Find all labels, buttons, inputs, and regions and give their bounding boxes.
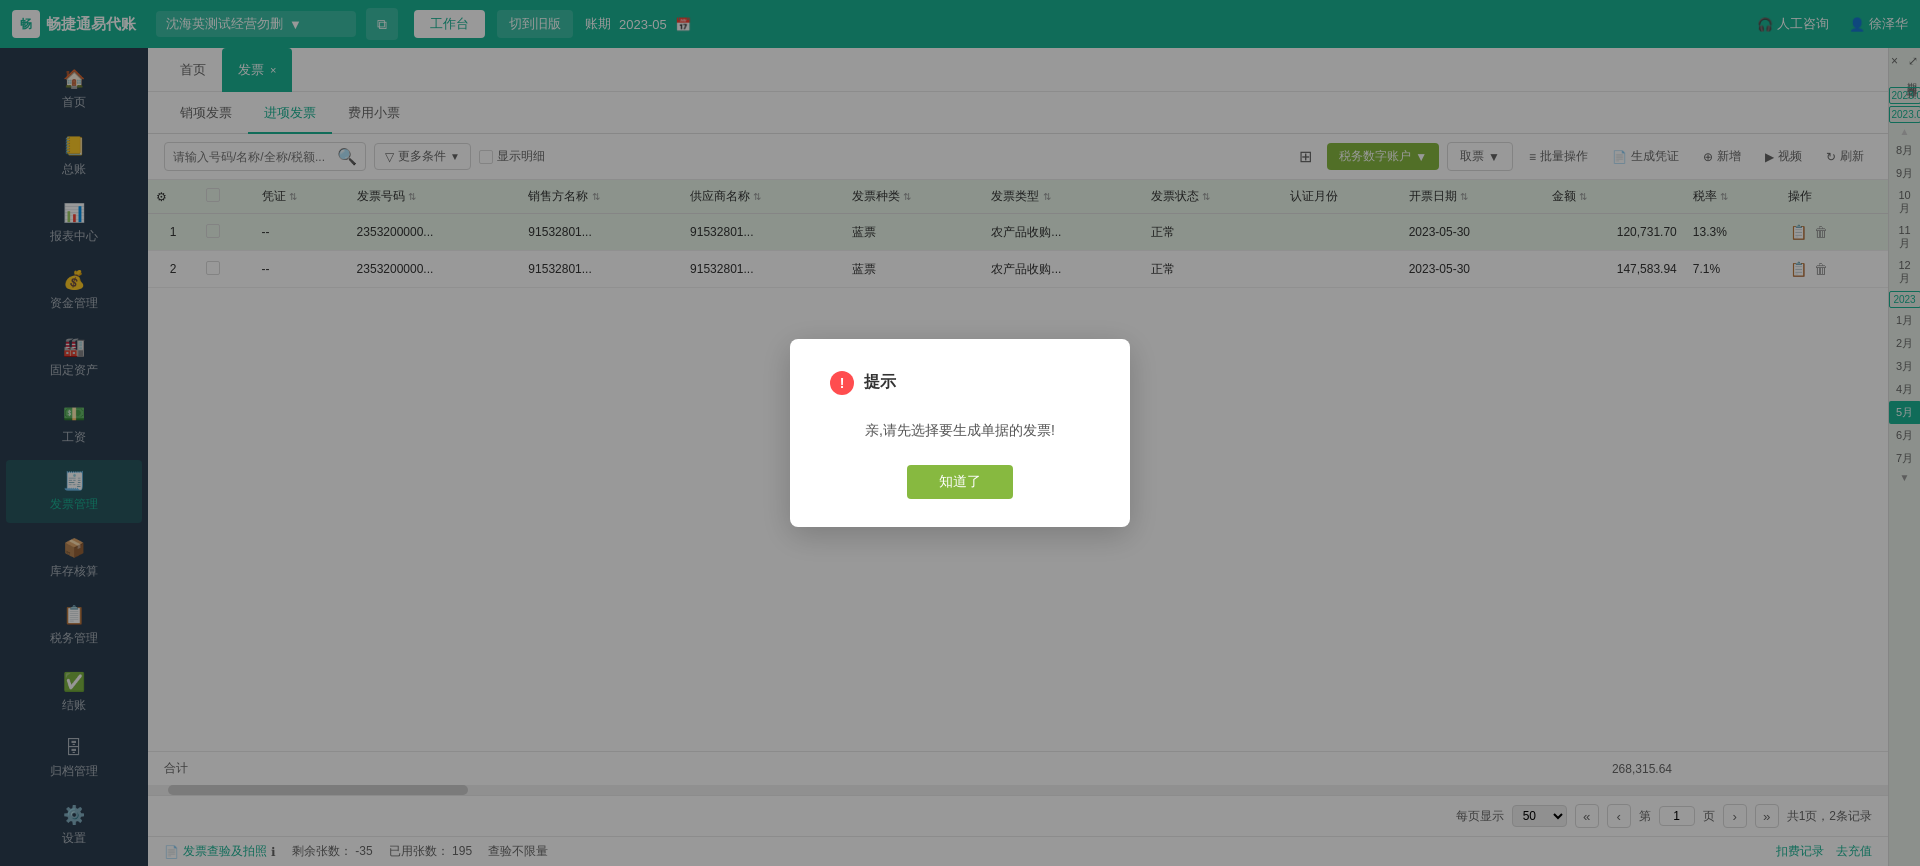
modal-header: ! 提示 [830,371,896,395]
modal-overlay: ! 提示 亲,请先选择要生成单据的发票! 知道了 [0,0,1920,866]
modal-message: 亲,请先选择要生成单据的发票! [865,419,1055,441]
modal-warning-icon: ! [830,371,854,395]
modal-title: 提示 [864,372,896,393]
modal-footer: 知道了 [907,465,1013,499]
modal-ok-button[interactable]: 知道了 [907,465,1013,499]
modal-dialog: ! 提示 亲,请先选择要生成单据的发票! 知道了 [790,339,1130,527]
